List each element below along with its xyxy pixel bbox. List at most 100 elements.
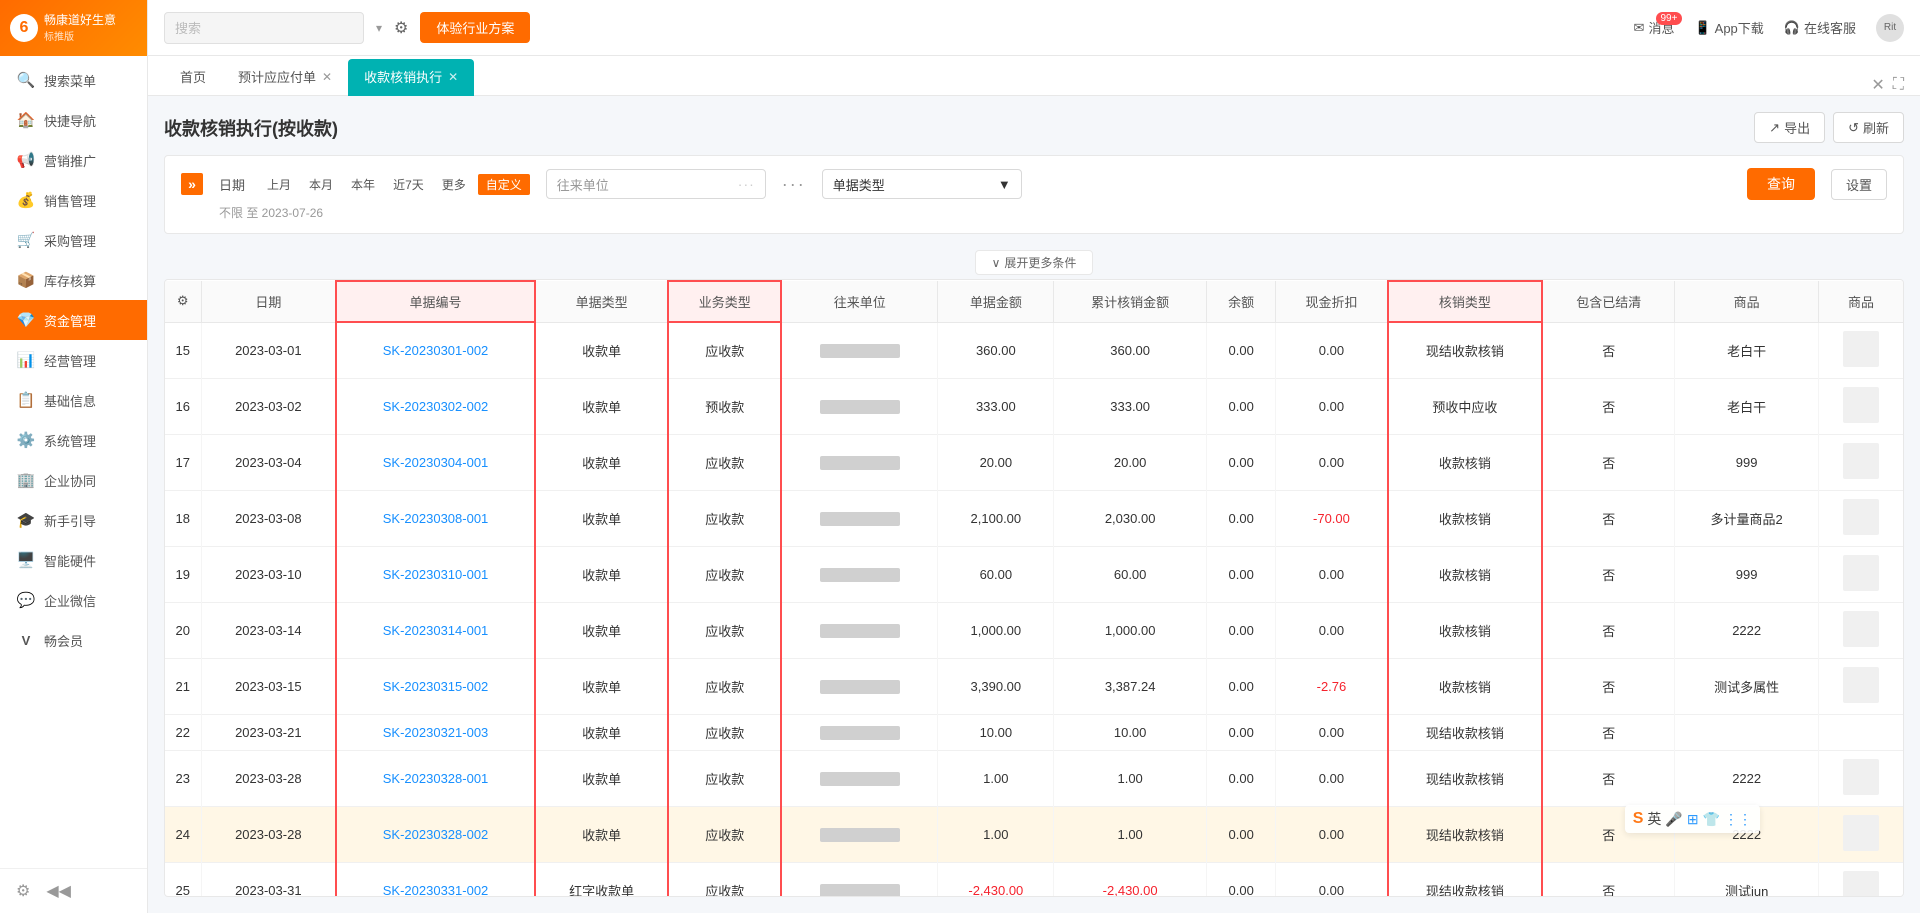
- export-icon: ↗: [1769, 120, 1780, 136]
- doc-no-link[interactable]: SK-20230328-002: [383, 827, 489, 842]
- topbar-search-box[interactable]: 搜索: [164, 12, 364, 44]
- doc-no-link[interactable]: SK-20230331-002: [383, 883, 489, 898]
- product-image: [1843, 387, 1879, 423]
- sidebar-item-marketing[interactable]: 📢 营销推广: [0, 140, 147, 180]
- sidebar-item-sales[interactable]: 💰 销售管理: [0, 180, 147, 220]
- filter-settings-button[interactable]: 设置: [1831, 169, 1887, 200]
- th-product-img[interactable]: 商品: [1818, 281, 1903, 322]
- user-avatar[interactable]: Rit: [1876, 14, 1904, 42]
- date-more[interactable]: 更多: [436, 174, 472, 195]
- sidebar-item-operation[interactable]: 📊 经营管理: [0, 340, 147, 380]
- doc-no-link[interactable]: SK-20230308-001: [383, 511, 489, 526]
- tab-receivable-close-icon[interactable]: ✕: [322, 70, 332, 84]
- td-balance: 0.00: [1207, 658, 1276, 714]
- expand-more-button[interactable]: ∨ 展开更多条件: [975, 250, 1094, 275]
- tab-collection-close-icon[interactable]: ✕: [448, 70, 458, 84]
- export-button[interactable]: ↗ 导出: [1754, 112, 1825, 143]
- sidebar-item-system[interactable]: ⚙️ 系统管理: [0, 420, 147, 460]
- tab-collection[interactable]: 收款核销执行 ✕: [348, 59, 474, 96]
- sidebar-item-wechat[interactable]: 💬 企业微信: [0, 580, 147, 620]
- app-logo-icon: 6: [10, 14, 38, 42]
- th-doc-type[interactable]: 单据类型: [535, 281, 669, 322]
- td-discount: 0.00: [1276, 546, 1388, 602]
- date-this-month[interactable]: 本月: [303, 174, 339, 195]
- doc-no-link[interactable]: SK-20230302-002: [383, 399, 489, 414]
- td-balance: 0.00: [1207, 378, 1276, 434]
- td-unit: [781, 806, 938, 862]
- doc-no-link[interactable]: SK-20230315-002: [383, 679, 489, 694]
- sidebar-item-guide[interactable]: 🎓 新手引导: [0, 500, 147, 540]
- sidebar-item-enterprise[interactable]: 🏢 企业协同: [0, 460, 147, 500]
- date-7days[interactable]: 近7天: [387, 174, 430, 195]
- th-date[interactable]: 日期: [201, 281, 336, 322]
- sidebar-item-basic[interactable]: 📋 基础信息: [0, 380, 147, 420]
- th-write-off[interactable]: 累计核销金额: [1054, 281, 1207, 322]
- td-write-off-type: 现结收款核销: [1388, 750, 1542, 806]
- topbar-dropdown-icon[interactable]: ▾: [376, 21, 382, 35]
- sidebar-item-hardware[interactable]: 🖥️ 智能硬件: [0, 540, 147, 580]
- tab-receivable[interactable]: 预计应应付单 ✕: [222, 59, 348, 96]
- td-biz-type: 应收款: [668, 490, 781, 546]
- topbar-gear-icon[interactable]: ⚙: [394, 18, 408, 38]
- page-actions: ↗ 导出 ↺ 刷新: [1754, 112, 1904, 143]
- th-discount[interactable]: 现金折扣: [1276, 281, 1388, 322]
- sidebar-label-hardware: 智能硬件: [44, 551, 96, 570]
- date-custom[interactable]: 自定义: [478, 174, 530, 195]
- date-last-month[interactable]: 上月: [261, 174, 297, 195]
- th-product[interactable]: 商品: [1675, 281, 1819, 322]
- app-download-button[interactable]: 📱 App下载: [1694, 18, 1763, 37]
- filter-collapse-button[interactable]: »: [181, 173, 203, 195]
- date-this-year[interactable]: 本年: [345, 174, 381, 195]
- td-write-off-type: 收款核销: [1388, 546, 1542, 602]
- collapse-sidebar-icon[interactable]: ◀◀: [46, 881, 71, 901]
- online-service-button[interactable]: 🎧 在线客服: [1784, 18, 1856, 37]
- date-filter-options: 上月 本月 本年 近7天 更多 自定义: [261, 174, 530, 195]
- sidebar-item-quick[interactable]: 🏠 快捷导航: [0, 100, 147, 140]
- type-select[interactable]: 单据类型 ▼: [822, 169, 1022, 199]
- th-unit[interactable]: 往来单位: [781, 281, 938, 322]
- table-row: 17 2023-03-04 SK-20230304-001 收款单 应收款 20…: [165, 434, 1903, 490]
- doc-no-link[interactable]: SK-20230328-001: [383, 771, 489, 786]
- doc-no-link[interactable]: SK-20230321-003: [383, 725, 489, 740]
- tab-fullscreen-icon[interactable]: ⛶: [1893, 76, 1904, 94]
- doc-no-link[interactable]: SK-20230310-001: [383, 567, 489, 582]
- mobile-icon: 📱: [1694, 20, 1710, 36]
- td-include-settled: 否: [1542, 714, 1675, 750]
- th-amount[interactable]: 单据金额: [938, 281, 1054, 322]
- td-discount: 0.00: [1276, 806, 1388, 862]
- tab-home[interactable]: 首页: [164, 59, 222, 96]
- td-biz-type: 应收款: [668, 322, 781, 378]
- sidebar-item-search[interactable]: 🔍 搜索菜单: [0, 60, 147, 100]
- td-row-id: 18: [165, 490, 201, 546]
- date-range-value: 不限 至 2023-07-26: [219, 204, 323, 221]
- app-name: 畅康道好生意: [44, 13, 116, 29]
- message-button[interactable]: ✉ 消息 99+: [1634, 18, 1675, 37]
- th-write-off-type[interactable]: 核销类型: [1388, 281, 1542, 322]
- sidebar-item-inventory[interactable]: 📦 库存核算: [0, 260, 147, 300]
- sidebar-label-inventory: 库存核算: [44, 271, 96, 290]
- th-balance[interactable]: 余额: [1207, 281, 1276, 322]
- tab-close-all-icon[interactable]: ✕: [1871, 75, 1884, 95]
- doc-no-link[interactable]: SK-20230314-001: [383, 623, 489, 638]
- query-button[interactable]: 查询: [1747, 168, 1815, 200]
- refresh-button[interactable]: ↺ 刷新: [1833, 112, 1904, 143]
- solution-button[interactable]: 体验行业方案: [420, 12, 530, 43]
- th-include-settled[interactable]: 包含已结清: [1542, 281, 1675, 322]
- doc-no-link[interactable]: SK-20230304-001: [383, 455, 489, 470]
- th-biz-type[interactable]: 业务类型: [668, 281, 781, 322]
- th-gear[interactable]: ⚙: [165, 281, 201, 322]
- finance-icon: 💎: [16, 310, 36, 330]
- settings-bottom-icon[interactable]: ⚙: [16, 881, 30, 901]
- th-doc-no[interactable]: 单据编号: [336, 281, 535, 322]
- doc-no-link[interactable]: SK-20230301-002: [383, 343, 489, 358]
- td-product-img: [1818, 378, 1903, 434]
- td-discount: 0.00: [1276, 378, 1388, 434]
- sidebar-item-purchase[interactable]: 🛒 采购管理: [0, 220, 147, 260]
- td-product-img: [1818, 714, 1903, 750]
- sidebar-item-member[interactable]: V 畅会员: [0, 620, 147, 660]
- unit-select[interactable]: 往来单位 ···: [546, 169, 766, 199]
- sidebar-label-quick: 快捷导航: [44, 111, 96, 130]
- td-include-settled: 否: [1542, 862, 1675, 897]
- sidebar-item-finance[interactable]: 💎 资金管理: [0, 300, 147, 340]
- td-product-img: [1818, 750, 1903, 806]
